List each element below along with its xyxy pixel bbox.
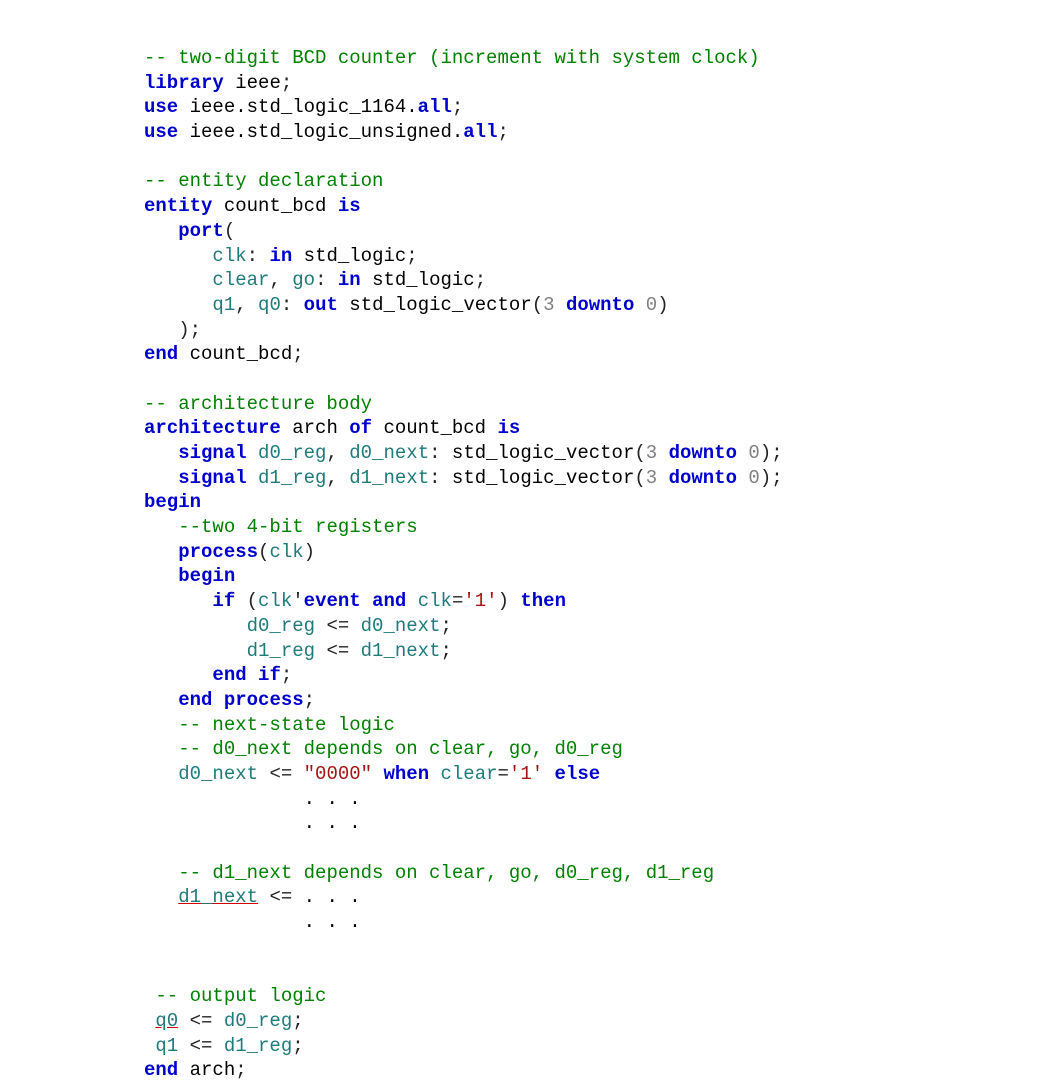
sig-d0-next: d0_next [361,615,441,637]
kw-is: is [498,417,521,439]
sig-clk: clk [269,541,303,563]
kw-all: all [418,96,452,118]
kw-use: use [144,96,178,118]
kw-end: end [144,1059,178,1081]
kw-use: use [144,121,178,143]
kw-in: in [269,245,292,267]
ellipsis: . . . [304,788,361,810]
kw-and: and [372,590,406,612]
comment: -- d1_next depends on clear, go, d0_reg,… [178,862,714,884]
kw-downto: downto [669,442,737,464]
comment: -- d0_next depends on clear, go, d0_reg [178,738,623,760]
sig-d0-reg: d0_reg [224,1010,292,1032]
type-std-logic: std_logic [304,245,407,267]
sig-clear: clear [212,269,269,291]
comment: -- architecture body [144,393,372,415]
sig-d1-reg: d1_reg [258,467,326,489]
sig-clear: clear [441,763,498,785]
str-1: '1' [463,590,497,612]
arch-name: arch [190,1059,236,1081]
sig-d0-next: d0_next [178,763,258,785]
str-0000: "0000" [304,763,372,785]
sig-go: go [292,269,315,291]
comment: -- output logic [155,985,326,1007]
str-1: '1' [509,763,543,785]
kw-entity: entity [144,195,212,217]
entity-name: count_bcd [383,417,486,439]
kw-signal: signal [178,442,246,464]
kw-when: when [383,763,429,785]
sig-q0: q0 [258,294,281,316]
kw-begin: begin [144,491,201,513]
kw-signal: signal [178,467,246,489]
entity-name: count_bcd [190,343,293,365]
kw-then: then [520,590,566,612]
comment: -- next-state logic [178,714,395,736]
comment: --two 4-bit registers [178,516,417,538]
kw-port: port [178,220,224,242]
kw-end: end [212,664,246,686]
comment: -- two-digit BCD counter (increment with… [144,47,760,69]
kw-event: event [304,590,361,612]
kw-library: library [144,72,224,94]
ellipsis: . . . [304,886,361,908]
num-0: 0 [748,467,759,489]
kw-end: end [144,343,178,365]
kw-else: else [555,763,601,785]
sig-d1-next: d1_next [361,640,441,662]
kw-if: if [258,664,281,686]
num-0: 0 [646,294,657,316]
kw-process: process [224,689,304,711]
kw-of: of [349,417,372,439]
num-3: 3 [646,467,657,489]
kw-downto: downto [669,467,737,489]
sig-q1: q1 [212,294,235,316]
kw-is: is [338,195,361,217]
num-3: 3 [646,442,657,464]
num-3: 3 [543,294,554,316]
sig-d0-reg: d0_reg [258,442,326,464]
sig-clk: clk [418,590,452,612]
vhdl-code-block: -- two-digit BCD counter (increment with… [0,0,1038,1083]
kw-all: all [463,121,497,143]
kw-out: out [304,294,338,316]
kw-end: end [178,689,212,711]
num-0: 0 [748,442,759,464]
arch-name: arch [292,417,338,439]
comment: -- entity declaration [144,170,383,192]
entity-name: count_bcd [224,195,327,217]
type-slv: std_logic_vector [349,294,531,316]
type-slv: std_logic_vector [452,467,634,489]
sig-d1-reg: d1_reg [247,640,315,662]
pkg-path: ieee.std_logic_unsigned. [190,121,464,143]
kw-architecture: architecture [144,417,281,439]
ellipsis: . . . [304,812,361,834]
sig-d1-reg: d1_reg [224,1035,292,1057]
type-slv: std_logic_vector [452,442,634,464]
kw-begin: begin [178,565,235,587]
sig-d0-reg: d0_reg [247,615,315,637]
ellipsis: . . . [304,911,361,933]
kw-downto: downto [566,294,634,316]
id-ieee: ieee [235,72,281,94]
kw-process: process [178,541,258,563]
sig-d0-next: d0_next [349,442,429,464]
sig-q0: q0 [155,1010,178,1032]
sig-d1-next: d1_next [178,886,258,908]
kw-if: if [212,590,235,612]
sig-d1-next: d1_next [349,467,429,489]
pkg-path: ieee.std_logic_1164. [190,96,418,118]
sig-clk: clk [258,590,292,612]
type-std-logic: std_logic [372,269,475,291]
sig-clk: clk [212,245,246,267]
kw-in: in [338,269,361,291]
sig-q1: q1 [155,1035,178,1057]
